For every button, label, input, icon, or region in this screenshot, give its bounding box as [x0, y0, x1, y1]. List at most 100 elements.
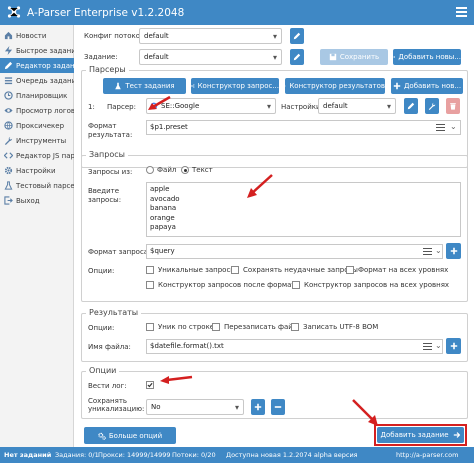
- parser-label: Парсер:: [107, 103, 136, 111]
- sidebar-item-news[interactable]: Новости: [0, 28, 74, 43]
- query-builder-button[interactable]: Конструктор запрос...: [191, 78, 279, 94]
- globe-icon: [4, 121, 13, 130]
- plus-icon: [254, 403, 262, 411]
- plus-icon: [393, 82, 401, 90]
- sidebar-item-quick-task[interactable]: Быстрое задание: [0, 43, 74, 58]
- results-legend: Результаты: [86, 308, 142, 317]
- add-new-task-button[interactable]: Добавить новы...: [393, 49, 461, 65]
- pencil-icon: [4, 61, 13, 70]
- edit-parser-settings-button[interactable]: [404, 98, 418, 114]
- results-section: [81, 313, 468, 362]
- parser-settings-select[interactable]: default ▾: [318, 98, 396, 114]
- unique-by-line-checkbox[interactable]: Уник по строке: [146, 323, 214, 331]
- plus-icon: [393, 56, 396, 58]
- filename-menu-icon[interactable]: [423, 343, 432, 351]
- sidebar-item-label: Редактор задани...: [16, 61, 74, 70]
- enter-queries-label-2: запросы:: [88, 196, 122, 204]
- radio-file[interactable]: Файл: [146, 166, 176, 174]
- add-parser-button[interactable]: Добавить нов...: [391, 78, 463, 94]
- filename-input[interactable]: $datefile.format().txt: [146, 339, 443, 354]
- gears-icon: [98, 432, 106, 440]
- status-no-tasks: Нет заданий: [4, 451, 52, 459]
- plus-icon: [450, 247, 457, 255]
- sidebar-item-label: Проксичекер: [16, 121, 65, 130]
- task-label: Задание:: [84, 53, 118, 61]
- sidebar-item-label: Выход: [16, 196, 40, 205]
- checkmark-icon: [147, 382, 153, 388]
- status-update[interactable]: Доступна новая 1.2.2074 alpha версия: [226, 451, 358, 459]
- status-proxy: Прокси: 14999/14999: [98, 451, 171, 459]
- status-bar: Нет заданий Задания: 0/1 Прокси: 14999/1…: [0, 447, 474, 463]
- exit-icon: [4, 196, 13, 205]
- sidebar-item-label: Просмотр логов: [16, 106, 74, 115]
- results-options-label: Опции:: [88, 324, 115, 332]
- result-builder-button[interactable]: Конструктор результатов: [285, 78, 385, 94]
- sidebar-item-task-queue[interactable]: Очередь заданий: [0, 73, 74, 88]
- sidebar-item-js-editor[interactable]: Редактор JS пар...: [0, 148, 74, 163]
- sidebar-item-label: Очередь заданий: [16, 76, 74, 85]
- chevron-down-icon[interactable]: ⌄: [435, 246, 442, 255]
- sidebar-item-label: Тестовый парсе...: [16, 181, 74, 190]
- sidebar-item-proxychecker[interactable]: Проксичекер: [0, 118, 74, 133]
- sidebar-item-label: Планировщик: [16, 91, 68, 100]
- test-task-button[interactable]: Тест задания: [103, 78, 186, 94]
- task-select[interactable]: default ▾: [139, 49, 282, 65]
- sidebar-item-settings[interactable]: Настройки: [0, 163, 74, 178]
- query-format-menu-icon[interactable]: [423, 248, 432, 256]
- annotation-arrow-add-task: [352, 399, 378, 426]
- edit-threads-button[interactable]: [290, 28, 304, 44]
- chevron-down-icon: ▾: [234, 403, 239, 412]
- format-all-levels-checkbox[interactable]: Формат на всех уровнях: [346, 266, 448, 274]
- sidebar-item-exit[interactable]: Выход: [0, 193, 74, 208]
- query-format-input[interactable]: $query: [146, 244, 443, 259]
- sidebar-item-label: Редактор JS пар...: [16, 151, 74, 160]
- query-options-label: Опции:: [88, 267, 115, 275]
- status-site-link[interactable]: http://a-parser.com: [396, 451, 458, 459]
- sidebar-item-logs[interactable]: Просмотр логов: [0, 103, 74, 118]
- pencil-icon: [293, 32, 301, 40]
- result-format-label-2: результата:: [88, 131, 133, 139]
- add-unique-button[interactable]: [251, 399, 265, 415]
- share-icon: [191, 84, 195, 88]
- save-unique-label: Сохранять: [88, 397, 128, 405]
- keep-log-checkbox[interactable]: [146, 381, 158, 389]
- format-menu-icon[interactable]: [436, 124, 445, 132]
- delete-parser-button[interactable]: [446, 98, 460, 114]
- parsers-legend: Парсеры: [86, 65, 129, 74]
- sidebar-item-tools[interactable]: Инструменты: [0, 133, 74, 148]
- radio-text[interactable]: Текст: [181, 166, 213, 174]
- query-format-label: Формат запроса:: [88, 248, 151, 256]
- unique-queries-checkbox[interactable]: Уникальные запросы: [146, 266, 236, 274]
- utf8-bom-checkbox[interactable]: Записать UTF-8 BOM: [291, 323, 378, 331]
- builder-all-levels-checkbox[interactable]: Конструктор запросов на всех уровнях: [292, 281, 449, 289]
- threads-config-select[interactable]: default ▾: [139, 28, 282, 44]
- save-icon: [329, 53, 337, 61]
- queries-textarea[interactable]: apple avocado banana orange papaya: [146, 182, 461, 237]
- sidebar-item-test-parser[interactable]: Тестовый парсе...: [0, 178, 74, 193]
- keep-log-label: Вести лог:: [88, 382, 127, 390]
- save-button[interactable]: Сохранить: [320, 49, 388, 65]
- more-options-button[interactable]: Больше опций: [84, 427, 176, 444]
- add-task-button[interactable]: Добавить задание: [377, 427, 464, 443]
- builder-after-format-checkbox[interactable]: Конструктор запросов после формата: [146, 281, 300, 289]
- result-format-label: Формат: [88, 122, 117, 130]
- overwrite-file-checkbox[interactable]: Перезаписать файл: [212, 323, 297, 331]
- pencil-icon: [293, 53, 301, 61]
- edit-task-button[interactable]: [290, 49, 304, 65]
- sidebar-item-scheduler[interactable]: Планировщик: [0, 88, 74, 103]
- hamburger-menu-icon[interactable]: [456, 7, 467, 17]
- result-format-input[interactable]: $p1.preset: [146, 120, 461, 135]
- chevron-down-icon[interactable]: ⌄: [450, 122, 457, 131]
- chevron-down-icon: ▾: [272, 53, 277, 62]
- threads-config-label: Конфиг потоков:: [84, 32, 147, 40]
- remove-unique-button[interactable]: [271, 399, 285, 415]
- parser-tools-button[interactable]: [425, 98, 439, 114]
- add-query-format-button[interactable]: [446, 243, 461, 259]
- sidebar-item-task-editor[interactable]: Редактор задани...: [0, 58, 74, 73]
- code-icon: [4, 152, 13, 159]
- add-filename-button[interactable]: [446, 338, 461, 354]
- save-failed-queries-checkbox[interactable]: Сохранять неудачные запросы: [231, 266, 358, 274]
- chevron-down-icon[interactable]: ⌄: [435, 341, 442, 350]
- sidebar-item-label: Настройки: [16, 166, 56, 175]
- save-unique-select[interactable]: No ▾: [146, 399, 244, 415]
